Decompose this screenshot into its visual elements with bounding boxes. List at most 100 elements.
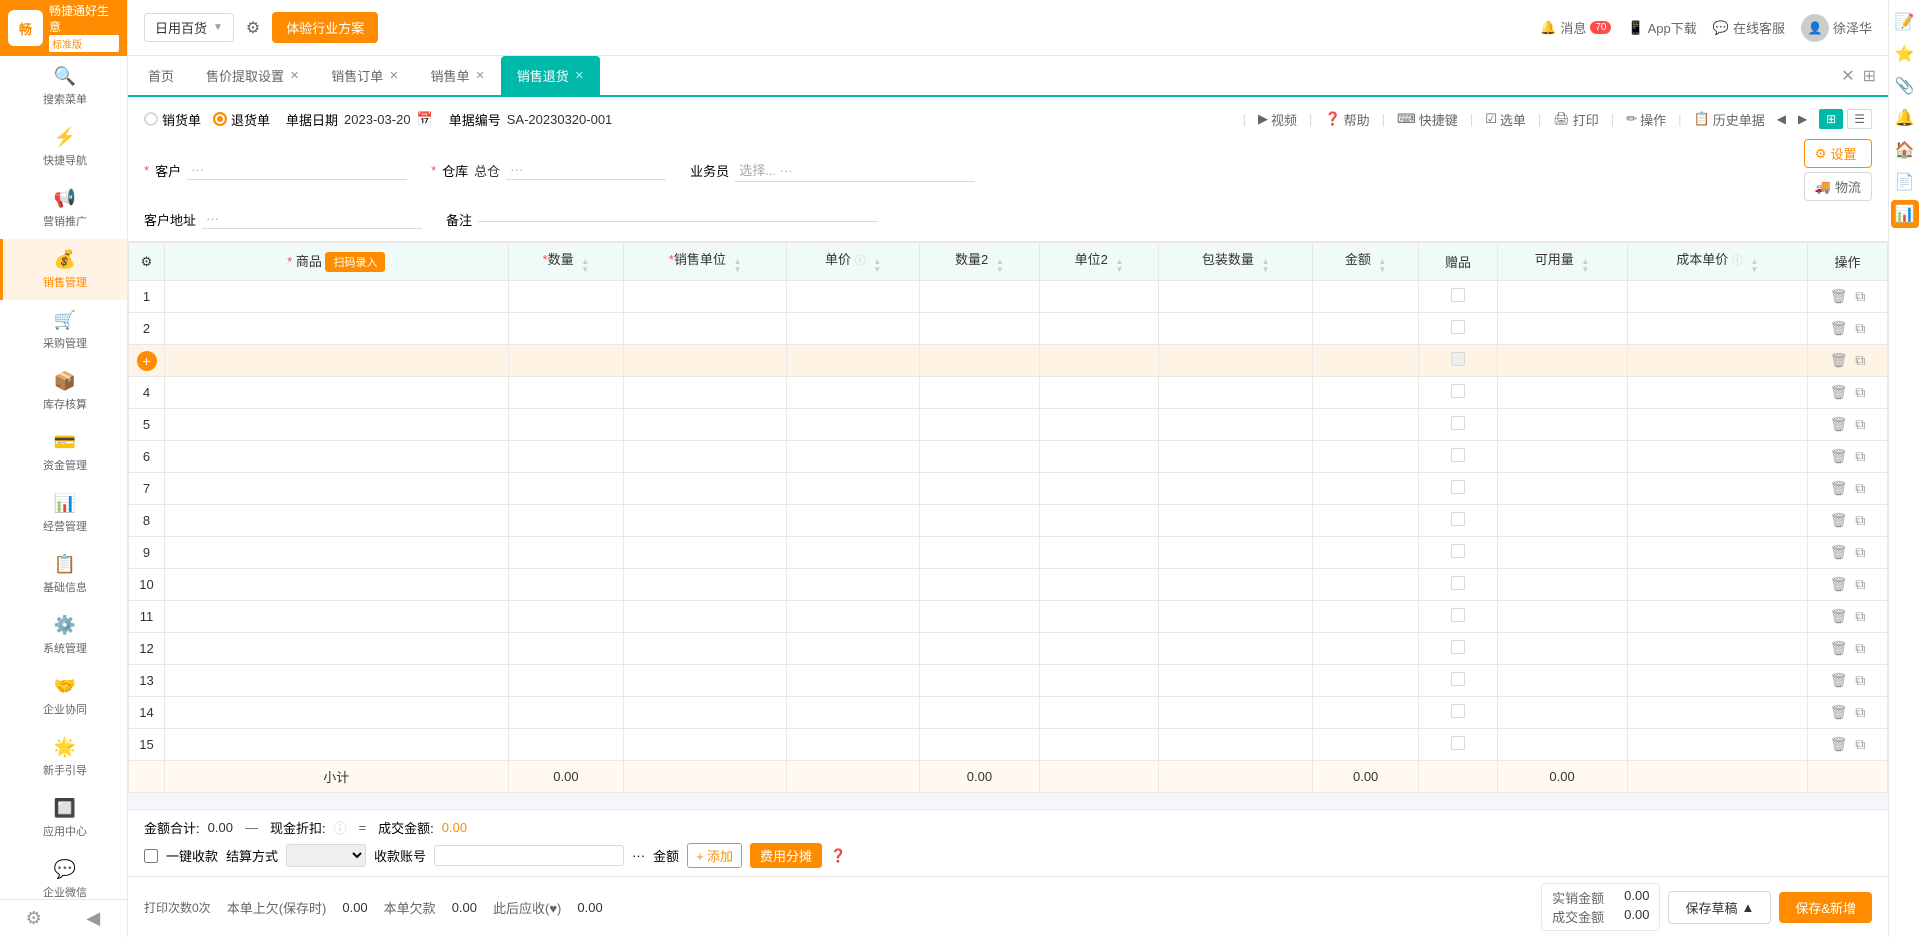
delete-row-btn[interactable]: 🗑 xyxy=(1830,576,1848,592)
app-download-btn[interactable]: 📱 App下载 xyxy=(1627,18,1696,37)
copy-row-btn[interactable]: ⧉ xyxy=(1855,320,1865,336)
tab-sale-price[interactable]: 售价提取设置✕ xyxy=(190,56,315,97)
row-product-13[interactable] xyxy=(165,665,509,697)
rs-btn-2[interactable]: ⭐ xyxy=(1891,40,1919,68)
rs-btn-6[interactable]: 📄 xyxy=(1891,168,1919,196)
gift-check-15[interactable] xyxy=(1451,736,1465,750)
delete-row-btn[interactable]: 🗑 xyxy=(1830,736,1848,752)
gift-check-8[interactable] xyxy=(1451,512,1465,526)
scan-input-btn[interactable]: 扫码录入 xyxy=(325,252,385,272)
copy-row-btn[interactable]: ⧉ xyxy=(1855,352,1865,368)
sidebar-item-base[interactable]: 📋基础信息 xyxy=(0,544,127,605)
sidebar-item-system[interactable]: ⚙️系统管理 xyxy=(0,605,127,666)
settings-action-btn[interactable]: ⚙ 设置 xyxy=(1804,139,1872,168)
gift-check-1[interactable] xyxy=(1451,288,1465,302)
delete-row-btn[interactable]: 🗑 xyxy=(1830,448,1848,464)
save-new-btn[interactable]: 保存&新增 xyxy=(1779,892,1872,923)
row-product-11[interactable] xyxy=(165,601,509,633)
sidebar-item-wechat[interactable]: 💬企业微信 xyxy=(0,849,127,899)
delete-row-btn[interactable]: 🗑 xyxy=(1830,512,1848,528)
tab-close-sale-delivery[interactable]: ✕ xyxy=(476,69,485,82)
gift-check-12[interactable] xyxy=(1451,640,1465,654)
copy-row-btn[interactable]: ⧉ xyxy=(1855,608,1865,624)
rs-btn-3[interactable]: 📎 xyxy=(1891,72,1919,100)
print-btn[interactable]: 🖨 打印 xyxy=(1553,110,1599,129)
list-view-btn[interactable]: ☰ xyxy=(1847,109,1872,129)
copy-row-btn[interactable]: ⧉ xyxy=(1855,480,1865,496)
address-input[interactable]: ··· xyxy=(202,209,422,229)
copy-row-btn[interactable]: ⧉ xyxy=(1855,448,1865,464)
note-input[interactable] xyxy=(478,217,878,222)
sidebar-item-guide[interactable]: 🌟新手引导 xyxy=(0,727,127,788)
row-product-12[interactable] xyxy=(165,633,509,665)
rs-btn-7[interactable]: 📊 xyxy=(1891,200,1919,228)
row-product-2[interactable] xyxy=(165,313,509,345)
one-click-pay-checkbox[interactable] xyxy=(144,849,158,863)
expand-tab-btn[interactable]: ⊞ xyxy=(1863,66,1876,86)
close-tab-btn[interactable]: ✕ xyxy=(1841,66,1854,86)
copy-row-btn[interactable]: ⧉ xyxy=(1855,736,1865,752)
delete-row-btn[interactable]: 🗑 xyxy=(1830,704,1848,720)
row-product-1[interactable] xyxy=(165,281,509,313)
radio-return[interactable]: 退货单 xyxy=(213,110,270,129)
row-product-4[interactable] xyxy=(165,377,509,409)
delete-row-btn[interactable]: 🗑 xyxy=(1830,544,1848,560)
row-product-9[interactable] xyxy=(165,537,509,569)
delete-row-btn[interactable]: 🗑 xyxy=(1830,672,1848,688)
gift-check-6[interactable] xyxy=(1451,448,1465,462)
row-product-6[interactable] xyxy=(165,441,509,473)
tab-close-sale-price[interactable]: ✕ xyxy=(290,69,299,82)
notification-btn[interactable]: 🔔 消息 70 xyxy=(1540,18,1611,37)
sidebar-item-appstore[interactable]: 🔲应用中心 xyxy=(0,788,127,849)
gift-check-13[interactable] xyxy=(1451,672,1465,686)
sidebar-item-operations[interactable]: 📊经营管理 xyxy=(0,483,127,544)
gift-check-10[interactable] xyxy=(1451,576,1465,590)
table-view-btn[interactable]: ⊞ xyxy=(1819,109,1843,129)
gift-check-5[interactable] xyxy=(1451,416,1465,430)
operate-btn[interactable]: ✏ 操作 xyxy=(1626,110,1666,129)
delete-row-btn[interactable]: 🗑 xyxy=(1830,352,1848,368)
th-settings[interactable]: ⚙ xyxy=(129,243,165,281)
sidebar-item-purchase[interactable]: 🛒采购管理 xyxy=(0,300,127,361)
warehouse-input[interactable]: ··· xyxy=(506,160,666,180)
customer-input[interactable]: ··· xyxy=(187,160,407,180)
tab-sale-return[interactable]: 销售退货✕ xyxy=(501,56,600,97)
logistics-action-btn[interactable]: 🚚 物流 xyxy=(1804,172,1872,201)
history-btn[interactable]: 📋 历史单据 xyxy=(1694,110,1765,129)
rs-btn-1[interactable]: 📝 xyxy=(1891,8,1919,36)
copy-row-btn[interactable]: ⧉ xyxy=(1855,512,1865,528)
rs-btn-4[interactable]: 🔔 xyxy=(1891,104,1919,132)
sidebar-item-enterprise[interactable]: 🤝企业协同 xyxy=(0,666,127,727)
online-service-btn[interactable]: 💬 在线客服 xyxy=(1713,18,1785,37)
sidebar-item-marketing[interactable]: 📢营销推广 xyxy=(0,178,127,239)
experience-btn[interactable]: 体验行业方案 xyxy=(272,12,378,43)
copy-row-btn[interactable]: ⧉ xyxy=(1855,544,1865,560)
prev-btn[interactable]: ◀ xyxy=(1777,112,1786,126)
staff-input[interactable]: 选择... ··· xyxy=(735,158,975,182)
delete-row-btn[interactable]: 🗑 xyxy=(1830,640,1848,656)
tab-close-sale-return[interactable]: ✕ xyxy=(575,69,584,82)
copy-row-btn[interactable]: ⧉ xyxy=(1855,416,1865,432)
row-product-3[interactable] xyxy=(165,345,509,377)
select-btn[interactable]: ☑ 选单 xyxy=(1485,110,1526,129)
copy-row-btn[interactable]: ⧉ xyxy=(1855,288,1865,304)
delete-row-btn[interactable]: 🗑 xyxy=(1830,416,1848,432)
delete-row-btn[interactable]: 🗑 xyxy=(1830,320,1848,336)
radio-sale[interactable]: 销货单 xyxy=(144,110,201,129)
gift-check-11[interactable] xyxy=(1451,608,1465,622)
gift-check-3[interactable] xyxy=(1451,352,1465,366)
settlement-select[interactable] xyxy=(286,844,366,867)
sidebar-item-shortcut[interactable]: ⚡快捷导航 xyxy=(0,117,127,178)
sidebar-item-sales[interactable]: 💰销售管理 xyxy=(0,239,127,300)
sidebar-item-search[interactable]: 🔍搜索菜单 xyxy=(0,56,127,117)
account-input[interactable] xyxy=(434,845,624,866)
row-product-15[interactable] xyxy=(165,729,509,761)
row-product-14[interactable] xyxy=(165,697,509,729)
copy-row-btn[interactable]: ⧉ xyxy=(1855,672,1865,688)
calendar-icon[interactable]: 📅 xyxy=(417,111,433,127)
sidebar-item-inventory[interactable]: 📦库存核算 xyxy=(0,361,127,422)
tab-home[interactable]: 首页 xyxy=(132,56,190,97)
next-btn[interactable]: ▶ xyxy=(1798,112,1807,126)
delete-row-btn[interactable]: 🗑 xyxy=(1830,480,1848,496)
tab-sale-order[interactable]: 销售订单✕ xyxy=(315,56,414,97)
